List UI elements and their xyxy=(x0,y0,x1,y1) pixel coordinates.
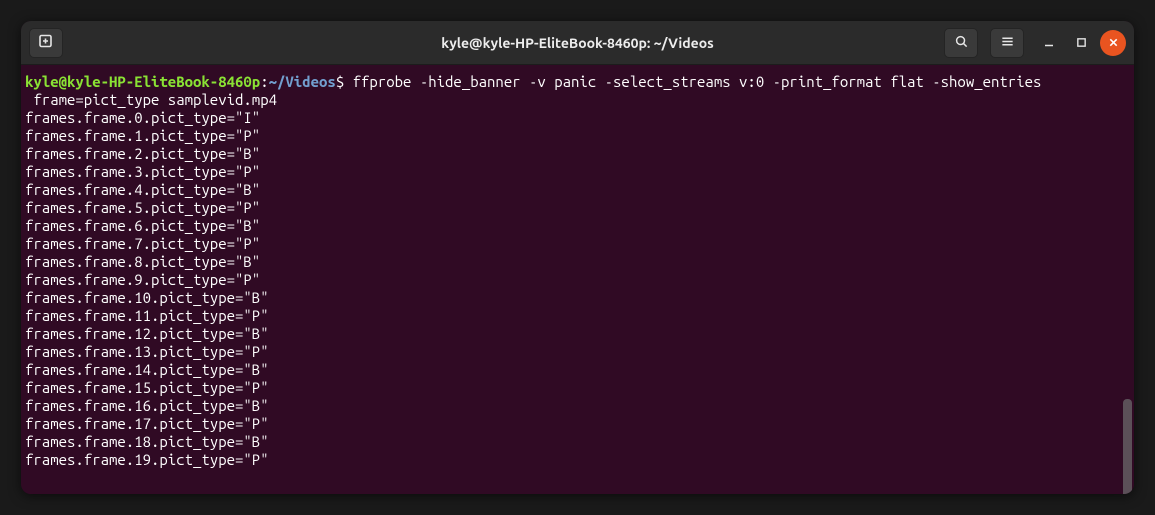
prompt-colon: : xyxy=(260,73,268,90)
hamburger-icon xyxy=(1000,34,1015,52)
command-wrap: frame=pict_type samplevid.mp4 xyxy=(25,91,277,108)
minimize-button[interactable] xyxy=(1036,30,1062,56)
new-tab-icon xyxy=(38,33,54,52)
titlebar: kyle@kyle-HP-EliteBook-8460p: ~/Videos xyxy=(21,21,1134,65)
command-text: ffprobe -hide_banner -v panic -select_st… xyxy=(353,73,1042,90)
maximize-icon xyxy=(1076,37,1087,48)
terminal-window: kyle@kyle-HP-EliteBook-8460p: ~/Videos xyxy=(21,21,1134,494)
close-button[interactable] xyxy=(1100,30,1126,56)
terminal-output: frames.frame.0.pict_type="I" frames.fram… xyxy=(25,109,1134,469)
prompt-userhost: kyle@kyle-HP-EliteBook-8460p xyxy=(25,73,260,90)
terminal-body[interactable]: kyle@kyle-HP-EliteBook-8460p:~/Videos$ f… xyxy=(21,65,1134,494)
scrollbar-track[interactable] xyxy=(1123,69,1132,488)
minimize-icon xyxy=(1043,37,1055,49)
scrollbar-thumb[interactable] xyxy=(1123,399,1132,494)
search-icon xyxy=(954,34,969,52)
search-button[interactable] xyxy=(944,28,978,58)
new-tab-button[interactable] xyxy=(29,28,63,58)
menu-button[interactable] xyxy=(990,28,1024,58)
titlebar-right xyxy=(944,28,1126,58)
prompt-dollar: $ xyxy=(336,73,344,90)
close-icon xyxy=(1108,37,1119,48)
maximize-button[interactable] xyxy=(1068,30,1094,56)
prompt-path: ~/Videos xyxy=(269,73,336,90)
